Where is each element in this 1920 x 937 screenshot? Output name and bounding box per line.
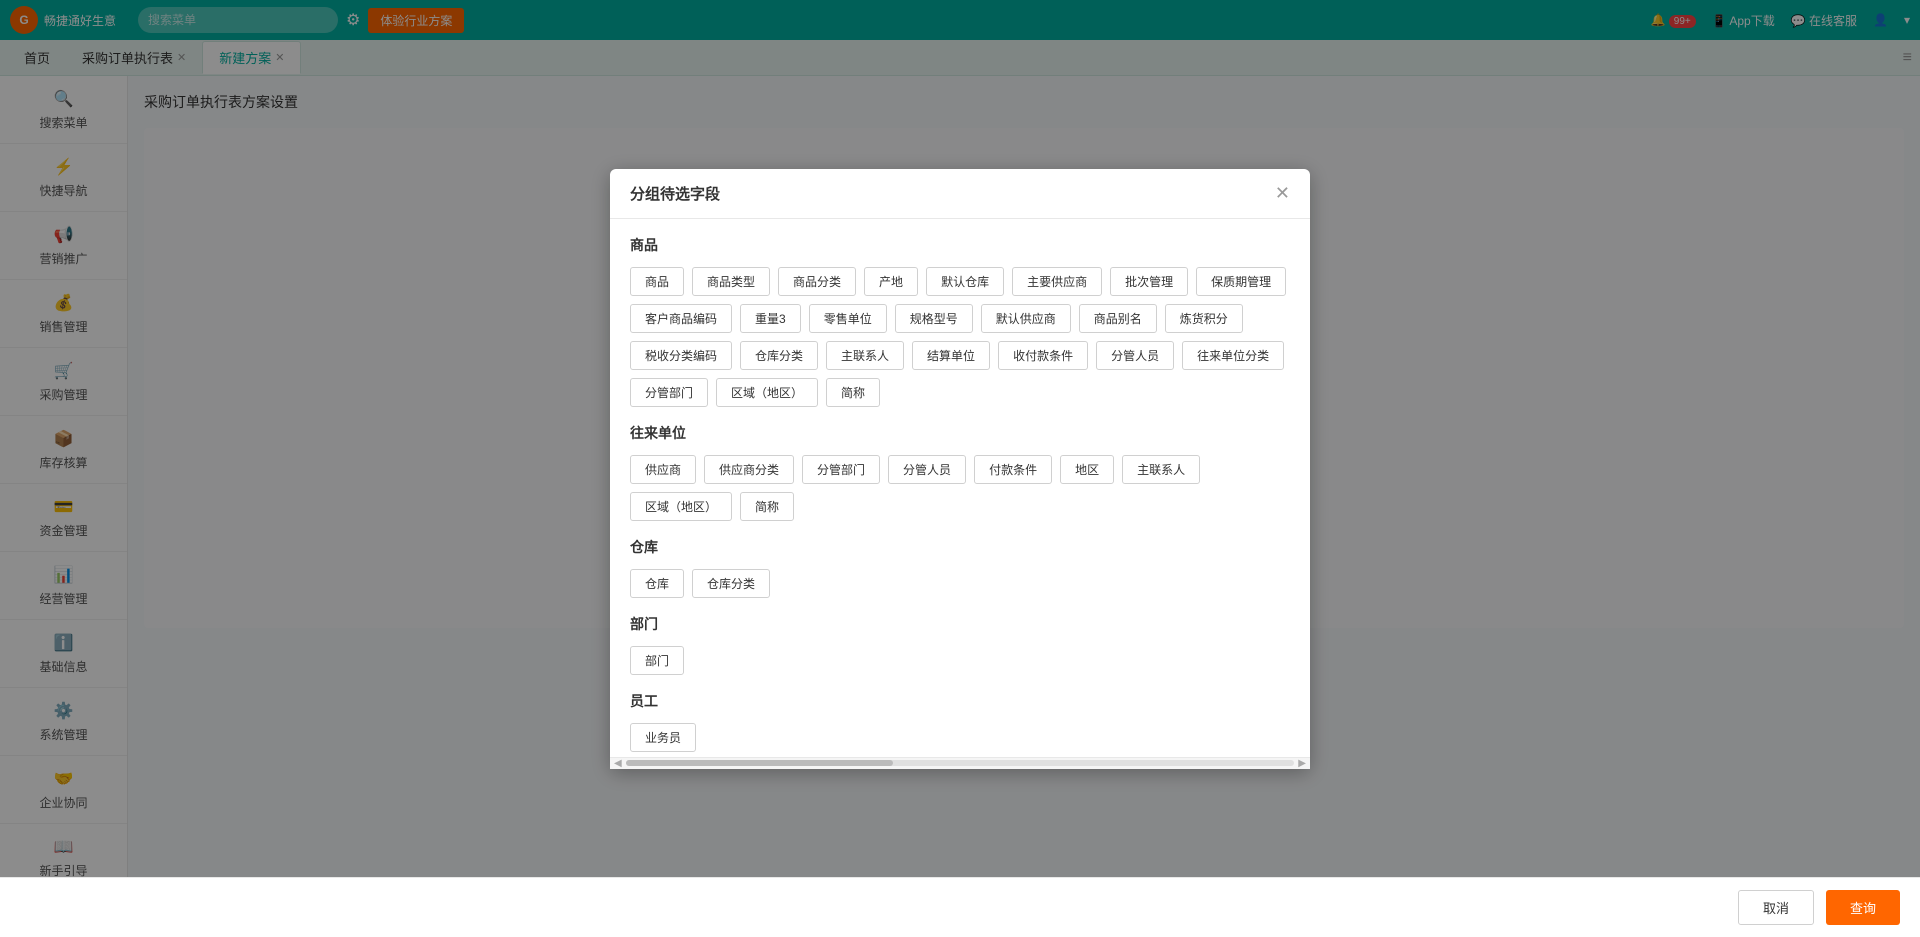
field-tag[interactable]: 零售单位 bbox=[809, 304, 887, 333]
field-tag[interactable]: 税收分类编码 bbox=[630, 341, 732, 370]
scroll-thumb bbox=[626, 760, 893, 766]
section-title-dept: 部门 bbox=[630, 614, 1290, 634]
field-tag[interactable]: 往来单位分类 bbox=[1182, 341, 1284, 370]
field-tag[interactable]: 供应商 bbox=[630, 455, 696, 484]
modal-close-icon[interactable]: ✕ bbox=[1275, 184, 1290, 202]
field-tag[interactable]: 商品别名 bbox=[1079, 304, 1157, 333]
field-grid-product: 商品 商品类型 商品分类 产地 默认仓库 主要供应商 批次管理 保质期管理 客户… bbox=[630, 267, 1290, 407]
modal-overlay: 分组待选字段 ✕ 商品 商品 商品类型 商品分类 产地 默认仓库 主要供应商 批… bbox=[0, 0, 1920, 937]
field-grid-warehouse: 仓库 仓库分类 bbox=[630, 569, 1290, 598]
field-tag[interactable]: 商品 bbox=[630, 267, 684, 296]
field-tag[interactable]: 分管部门 bbox=[802, 455, 880, 484]
field-tag[interactable]: 产地 bbox=[864, 267, 918, 296]
field-tag[interactable]: 分管人员 bbox=[888, 455, 966, 484]
modal-title: 分组待选字段 bbox=[630, 183, 720, 204]
field-tag[interactable]: 分管部门 bbox=[630, 378, 708, 407]
section-title-staff: 员工 bbox=[630, 691, 1290, 711]
field-tag[interactable]: 默认供应商 bbox=[981, 304, 1071, 333]
field-tag[interactable]: 保质期管理 bbox=[1196, 267, 1286, 296]
section-title-warehouse: 仓库 bbox=[630, 537, 1290, 557]
field-tag[interactable]: 简称 bbox=[826, 378, 880, 407]
modal-header: 分组待选字段 ✕ bbox=[610, 169, 1310, 219]
field-tag[interactable]: 收付款条件 bbox=[998, 341, 1088, 370]
modal-body: 商品 商品 商品类型 商品分类 产地 默认仓库 主要供应商 批次管理 保质期管理… bbox=[610, 219, 1310, 757]
field-tag[interactable]: 炼货积分 bbox=[1165, 304, 1243, 333]
field-tag[interactable]: 主要供应商 bbox=[1012, 267, 1102, 296]
field-tag[interactable]: 结算单位 bbox=[912, 341, 990, 370]
field-tag[interactable]: 区域（地区） bbox=[716, 378, 818, 407]
field-tag[interactable]: 地区 bbox=[1060, 455, 1114, 484]
section-title-partner: 往来单位 bbox=[630, 423, 1290, 443]
section-title-product: 商品 bbox=[630, 235, 1290, 255]
field-tag[interactable]: 默认仓库 bbox=[926, 267, 1004, 296]
field-tag[interactable]: 简称 bbox=[740, 492, 794, 521]
modal-footer: 取消 查询 bbox=[0, 877, 1920, 937]
field-grid-dept: 部门 bbox=[630, 646, 1290, 675]
field-select-modal: 分组待选字段 ✕ 商品 商品 商品类型 商品分类 产地 默认仓库 主要供应商 批… bbox=[610, 169, 1310, 769]
field-tag[interactable]: 部门 bbox=[630, 646, 684, 675]
field-tag[interactable]: 业务员 bbox=[630, 723, 696, 752]
field-tag[interactable]: 主联系人 bbox=[1122, 455, 1200, 484]
cancel-button[interactable]: 取消 bbox=[1738, 890, 1814, 925]
field-tag[interactable]: 重量3 bbox=[740, 304, 801, 333]
field-grid-partner: 供应商 供应商分类 分管部门 分管人员 付款条件 地区 主联系人 区域（地区） … bbox=[630, 455, 1290, 521]
field-tag[interactable]: 仓库 bbox=[630, 569, 684, 598]
field-tag[interactable]: 客户商品编码 bbox=[630, 304, 732, 333]
field-tag[interactable]: 区域（地区） bbox=[630, 492, 732, 521]
field-grid-staff: 业务员 bbox=[630, 723, 1290, 752]
field-tag[interactable]: 分管人员 bbox=[1096, 341, 1174, 370]
field-tag[interactable]: 主联系人 bbox=[826, 341, 904, 370]
field-tag[interactable]: 仓库分类 bbox=[740, 341, 818, 370]
field-tag[interactable]: 仓库分类 bbox=[692, 569, 770, 598]
field-tag[interactable]: 规格型号 bbox=[895, 304, 973, 333]
scroll-track bbox=[626, 760, 1295, 766]
field-tag[interactable]: 商品类型 bbox=[692, 267, 770, 296]
field-tag[interactable]: 供应商分类 bbox=[704, 455, 794, 484]
field-tag[interactable]: 商品分类 bbox=[778, 267, 856, 296]
confirm-button[interactable]: 查询 bbox=[1826, 890, 1900, 925]
field-tag[interactable]: 付款条件 bbox=[974, 455, 1052, 484]
modal-bottom-scrollbar[interactable]: ◀ ▶ bbox=[610, 757, 1310, 769]
field-tag[interactable]: 批次管理 bbox=[1110, 267, 1188, 296]
